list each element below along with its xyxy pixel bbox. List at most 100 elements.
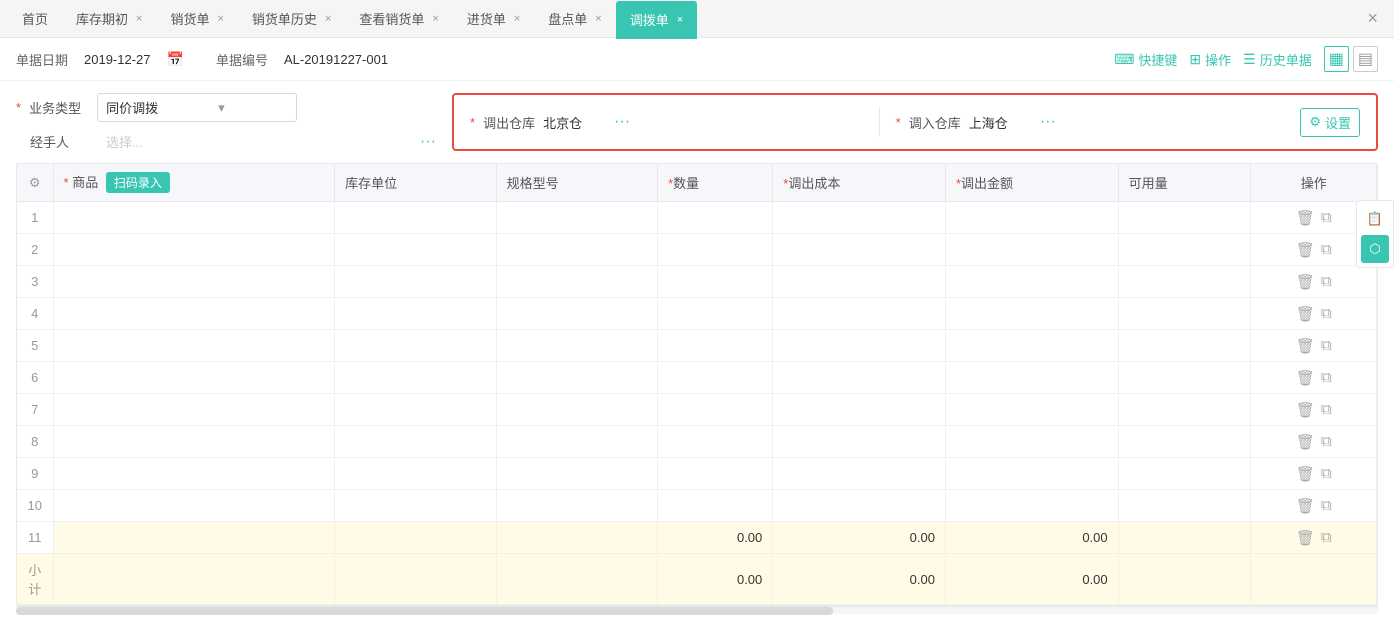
cell-unit-7[interactable] bbox=[335, 394, 496, 426]
cell-available-8[interactable] bbox=[1118, 426, 1251, 458]
tab-purchase-order-close[interactable]: × bbox=[514, 13, 520, 25]
cell-product-4[interactable] bbox=[53, 298, 335, 330]
cell-unit-5[interactable] bbox=[335, 330, 496, 362]
cell-spec-11[interactable] bbox=[496, 522, 657, 554]
layout2-icon[interactable]: ▤ bbox=[1353, 46, 1378, 72]
cell-amount-10[interactable] bbox=[945, 490, 1118, 522]
cell-available-11[interactable] bbox=[1118, 522, 1251, 554]
cell-cost-1[interactable] bbox=[773, 202, 946, 234]
delete-icon-4[interactable]: 🗑 bbox=[1296, 305, 1315, 323]
delete-icon-10[interactable]: 🗑 bbox=[1296, 497, 1315, 515]
tab-inventory-check-close[interactable]: × bbox=[595, 13, 601, 25]
cell-unit-4[interactable] bbox=[335, 298, 496, 330]
tab-inventory-init-close[interactable]: × bbox=[136, 13, 142, 25]
cell-product-5[interactable] bbox=[53, 330, 335, 362]
cell-amount-1[interactable] bbox=[945, 202, 1118, 234]
tab-transfer-order[interactable]: 调拨单 × bbox=[616, 1, 697, 39]
cell-unit-2[interactable] bbox=[335, 234, 496, 266]
copy-icon-11[interactable]: ⧉ bbox=[1321, 529, 1332, 546]
delete-icon-1[interactable]: 🗑 bbox=[1296, 209, 1315, 227]
cell-spec-6[interactable] bbox=[496, 362, 657, 394]
tab-sales-order-close[interactable]: × bbox=[217, 13, 223, 25]
cell-spec-4[interactable] bbox=[496, 298, 657, 330]
warehouse-in-more-button[interactable]: ··· bbox=[1040, 113, 1056, 131]
cell-product-10[interactable] bbox=[53, 490, 335, 522]
cell-spec-1[interactable] bbox=[496, 202, 657, 234]
cell-amount-6[interactable] bbox=[945, 362, 1118, 394]
tab-inventory-check[interactable]: 盘点单 × bbox=[534, 0, 615, 38]
cell-product-1[interactable] bbox=[53, 202, 335, 234]
cell-amount-8[interactable] bbox=[945, 426, 1118, 458]
cell-cost-6[interactable] bbox=[773, 362, 946, 394]
cell-amount-3[interactable] bbox=[945, 266, 1118, 298]
delete-icon-2[interactable]: 🗑 bbox=[1296, 241, 1315, 259]
tab-sales-history[interactable]: 销货单历史 × bbox=[238, 0, 345, 38]
cell-spec-2[interactable] bbox=[496, 234, 657, 266]
delete-icon-5[interactable]: 🗑 bbox=[1296, 337, 1315, 355]
delete-icon-6[interactable]: 🗑 bbox=[1296, 369, 1315, 387]
cell-unit-6[interactable] bbox=[335, 362, 496, 394]
cell-unit-3[interactable] bbox=[335, 266, 496, 298]
cell-amount-5[interactable] bbox=[945, 330, 1118, 362]
cell-available-4[interactable] bbox=[1118, 298, 1251, 330]
cell-amount-4[interactable] bbox=[945, 298, 1118, 330]
cell-cost-4[interactable] bbox=[773, 298, 946, 330]
tab-sales-history-close[interactable]: × bbox=[325, 13, 331, 25]
copy-icon-1[interactable]: ⧉ bbox=[1321, 209, 1332, 226]
cell-qty-4[interactable] bbox=[658, 298, 773, 330]
cell-unit-9[interactable] bbox=[335, 458, 496, 490]
gear-icon[interactable]: ⚙ bbox=[29, 175, 41, 190]
cell-amount-2[interactable] bbox=[945, 234, 1118, 266]
cell-cost-8[interactable] bbox=[773, 426, 946, 458]
cell-spec-3[interactable] bbox=[496, 266, 657, 298]
cell-available-2[interactable] bbox=[1118, 234, 1251, 266]
tab-transfer-order-close[interactable]: × bbox=[677, 14, 683, 26]
cell-available-1[interactable] bbox=[1118, 202, 1251, 234]
delete-icon-11[interactable]: 🗑 bbox=[1296, 529, 1315, 547]
cell-available-10[interactable] bbox=[1118, 490, 1251, 522]
cell-product-6[interactable] bbox=[53, 362, 335, 394]
cell-product-11[interactable] bbox=[53, 522, 335, 554]
copy-icon-4[interactable]: ⧉ bbox=[1321, 305, 1332, 322]
th-gear[interactable]: ⚙ bbox=[17, 164, 53, 202]
cell-qty-8[interactable] bbox=[658, 426, 773, 458]
cell-amount-7[interactable] bbox=[945, 394, 1118, 426]
scroll-thumb[interactable] bbox=[16, 607, 833, 615]
cell-qty-3[interactable] bbox=[658, 266, 773, 298]
settings-button[interactable]: ⚙ 设置 bbox=[1300, 108, 1360, 137]
cell-qty-5[interactable] bbox=[658, 330, 773, 362]
close-window-button[interactable]: × bbox=[1359, 8, 1386, 29]
history-button[interactable]: ☰ 历史单据 bbox=[1243, 50, 1312, 69]
cell-qty-1[interactable] bbox=[658, 202, 773, 234]
cell-cost-7[interactable] bbox=[773, 394, 946, 426]
layout1-icon[interactable]: ▦ bbox=[1324, 46, 1349, 72]
horizontal-scrollbar[interactable] bbox=[16, 606, 1378, 614]
copy-icon-7[interactable]: ⧉ bbox=[1321, 401, 1332, 418]
cell-product-2[interactable] bbox=[53, 234, 335, 266]
delete-icon-8[interactable]: 🗑 bbox=[1296, 433, 1315, 451]
copy-icon-8[interactable]: ⧉ bbox=[1321, 433, 1332, 450]
cell-product-3[interactable] bbox=[53, 266, 335, 298]
copy-icon-9[interactable]: ⧉ bbox=[1321, 465, 1332, 482]
delete-icon-9[interactable]: 🗑 bbox=[1296, 465, 1315, 483]
cell-product-7[interactable] bbox=[53, 394, 335, 426]
cell-qty-11[interactable]: 0.00 bbox=[658, 522, 773, 554]
tab-view-sales-close[interactable]: × bbox=[432, 13, 438, 25]
cell-available-6[interactable] bbox=[1118, 362, 1251, 394]
cell-amount-9[interactable] bbox=[945, 458, 1118, 490]
cell-spec-8[interactable] bbox=[496, 426, 657, 458]
cell-unit-1[interactable] bbox=[335, 202, 496, 234]
right-panel-external-icon[interactable]: ⬡ bbox=[1361, 235, 1389, 263]
cell-available-5[interactable] bbox=[1118, 330, 1251, 362]
cell-product-9[interactable] bbox=[53, 458, 335, 490]
tab-inventory-init[interactable]: 库存期初 × bbox=[62, 0, 156, 38]
cell-spec-5[interactable] bbox=[496, 330, 657, 362]
scan-button[interactable]: 扫码录入 bbox=[106, 172, 170, 193]
cell-unit-11[interactable] bbox=[335, 522, 496, 554]
handler-select[interactable]: 选择... bbox=[106, 132, 143, 151]
business-type-select[interactable]: 同价调拨 ▾ bbox=[97, 93, 297, 122]
delete-icon-7[interactable]: 🗑 bbox=[1296, 401, 1315, 419]
cell-cost-3[interactable] bbox=[773, 266, 946, 298]
actions-button[interactable]: ⊞ 操作 bbox=[1189, 50, 1231, 69]
tab-purchase-order[interactable]: 进货单 × bbox=[453, 0, 534, 38]
